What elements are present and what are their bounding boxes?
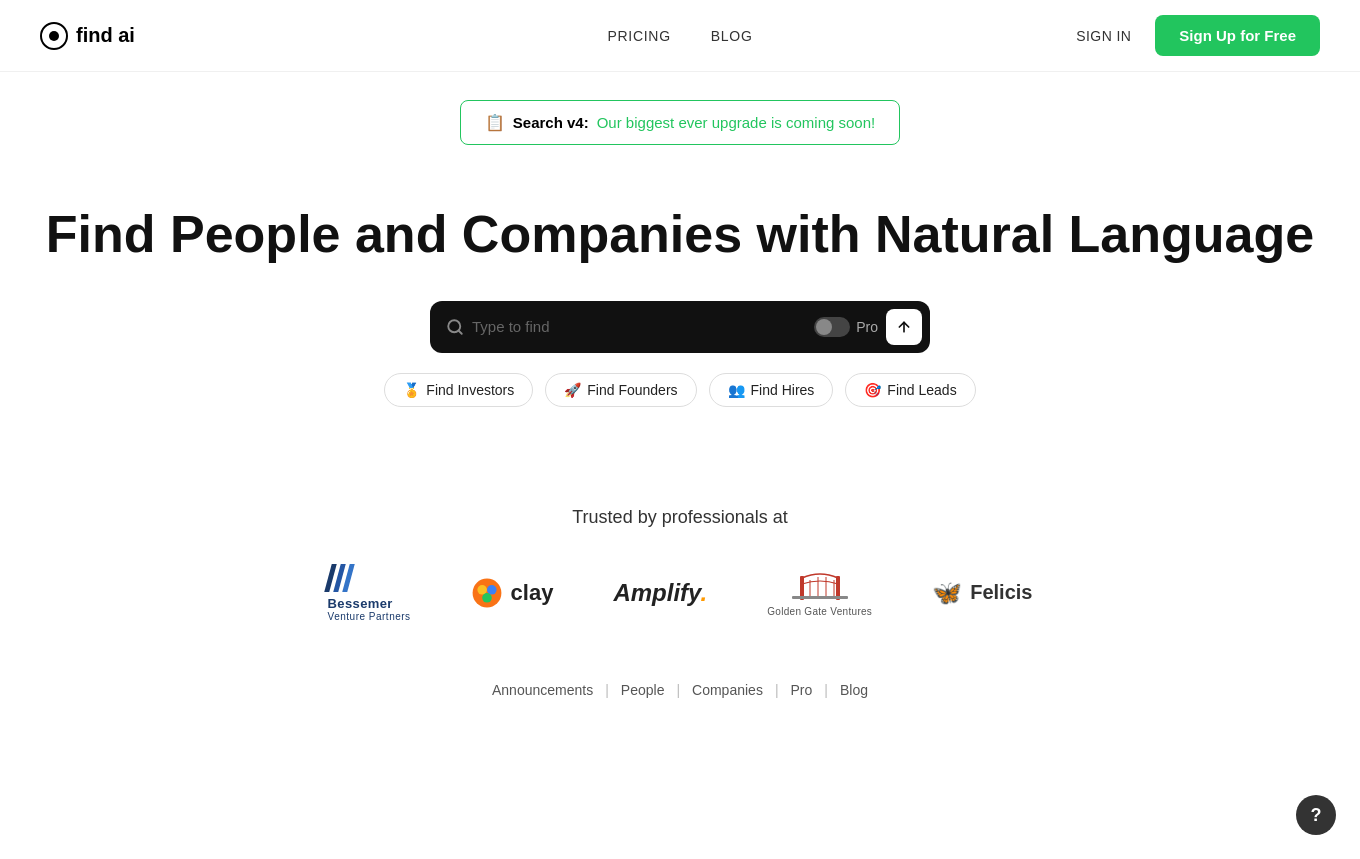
toggle-switch[interactable] bbox=[814, 317, 850, 337]
nav-link-pricing[interactable]: PRICING bbox=[608, 28, 671, 44]
filter-hires[interactable]: 👥 Find Hires bbox=[709, 373, 834, 407]
pro-label: Pro bbox=[856, 319, 878, 335]
banner-message: Our biggest ever upgrade is coming soon! bbox=[597, 114, 876, 131]
logo-clay: clay bbox=[471, 577, 554, 609]
announcement-banner: 📋 Search v4: Our biggest ever upgrade is… bbox=[460, 100, 900, 145]
pro-toggle[interactable]: Pro bbox=[814, 317, 878, 337]
brand-name: find ai bbox=[76, 24, 135, 47]
navbar: find ai PRICING BLOG SIGN IN Sign Up for… bbox=[0, 0, 1360, 72]
footer-link-pro[interactable]: Pro bbox=[791, 682, 813, 698]
footer-link-announcements[interactable]: Announcements bbox=[492, 682, 593, 698]
hero-title: Find People and Companies with Natural L… bbox=[46, 205, 1314, 265]
svg-point-5 bbox=[487, 585, 497, 595]
filter-hires-icon: 👥 bbox=[728, 382, 745, 398]
quick-filters: 🏅 Find Investors 🚀 Find Founders 👥 Find … bbox=[384, 373, 975, 407]
filter-leads-label: Find Leads bbox=[887, 382, 956, 398]
logo[interactable]: find ai bbox=[40, 22, 135, 50]
logo-amplify: Amplify. bbox=[613, 579, 707, 607]
banner-prefix: Search v4: bbox=[513, 114, 589, 131]
filter-investors-label: Find Investors bbox=[426, 382, 514, 398]
logos-row: Bessemer Venture Partners clay Amplify. bbox=[328, 564, 1033, 622]
filter-founders-label: Find Founders bbox=[587, 382, 677, 398]
svg-point-4 bbox=[477, 585, 487, 595]
search-input[interactable] bbox=[472, 318, 806, 335]
svg-line-1 bbox=[458, 330, 461, 333]
filter-leads-icon: 🎯 bbox=[864, 382, 881, 398]
footer-link-people[interactable]: People bbox=[621, 682, 665, 698]
logo-circle-icon bbox=[40, 22, 68, 50]
signup-button[interactable]: Sign Up for Free bbox=[1155, 15, 1320, 56]
trusted-title: Trusted by professionals at bbox=[572, 507, 787, 528]
help-button[interactable]: ? bbox=[1296, 795, 1336, 835]
filter-investors-icon: 🏅 bbox=[403, 382, 420, 398]
svg-point-6 bbox=[482, 593, 492, 603]
nav-links: PRICING BLOG bbox=[608, 28, 753, 44]
footer-link-companies[interactable]: Companies bbox=[692, 682, 763, 698]
trusted-section: Trusted by professionals at Bessemer Ven… bbox=[0, 507, 1360, 622]
svg-rect-9 bbox=[792, 596, 848, 599]
nav-link-blog[interactable]: BLOG bbox=[711, 28, 753, 44]
sign-in-button[interactable]: SIGN IN bbox=[1076, 28, 1131, 44]
logo-bessemer: Bessemer Venture Partners bbox=[328, 564, 411, 622]
filter-founders[interactable]: 🚀 Find Founders bbox=[545, 373, 696, 407]
filter-founders-icon: 🚀 bbox=[564, 382, 581, 398]
logo-golden-gate: Golden Gate Ventures bbox=[767, 568, 872, 617]
search-submit-button[interactable] bbox=[886, 309, 922, 345]
clay-logo-icon bbox=[471, 577, 503, 609]
hero-section: Find People and Companies with Natural L… bbox=[0, 205, 1360, 407]
nav-right: SIGN IN Sign Up for Free bbox=[1076, 15, 1320, 56]
logo-felicis: 🦋 Felicis bbox=[932, 579, 1032, 607]
felicis-logo-icon: 🦋 bbox=[932, 579, 962, 607]
search-bar: Pro bbox=[430, 301, 930, 353]
footer-link-blog[interactable]: Blog bbox=[840, 682, 868, 698]
banner-wrapper: 📋 Search v4: Our biggest ever upgrade is… bbox=[0, 100, 1360, 145]
banner-icon: 📋 bbox=[485, 113, 505, 132]
footer: Announcements | People | Companies | Pro… bbox=[0, 682, 1360, 718]
filter-investors[interactable]: 🏅 Find Investors bbox=[384, 373, 533, 407]
search-icon bbox=[446, 318, 464, 336]
golden-gate-bridge-icon bbox=[790, 568, 850, 604]
filter-leads[interactable]: 🎯 Find Leads bbox=[845, 373, 975, 407]
filter-hires-label: Find Hires bbox=[751, 382, 815, 398]
